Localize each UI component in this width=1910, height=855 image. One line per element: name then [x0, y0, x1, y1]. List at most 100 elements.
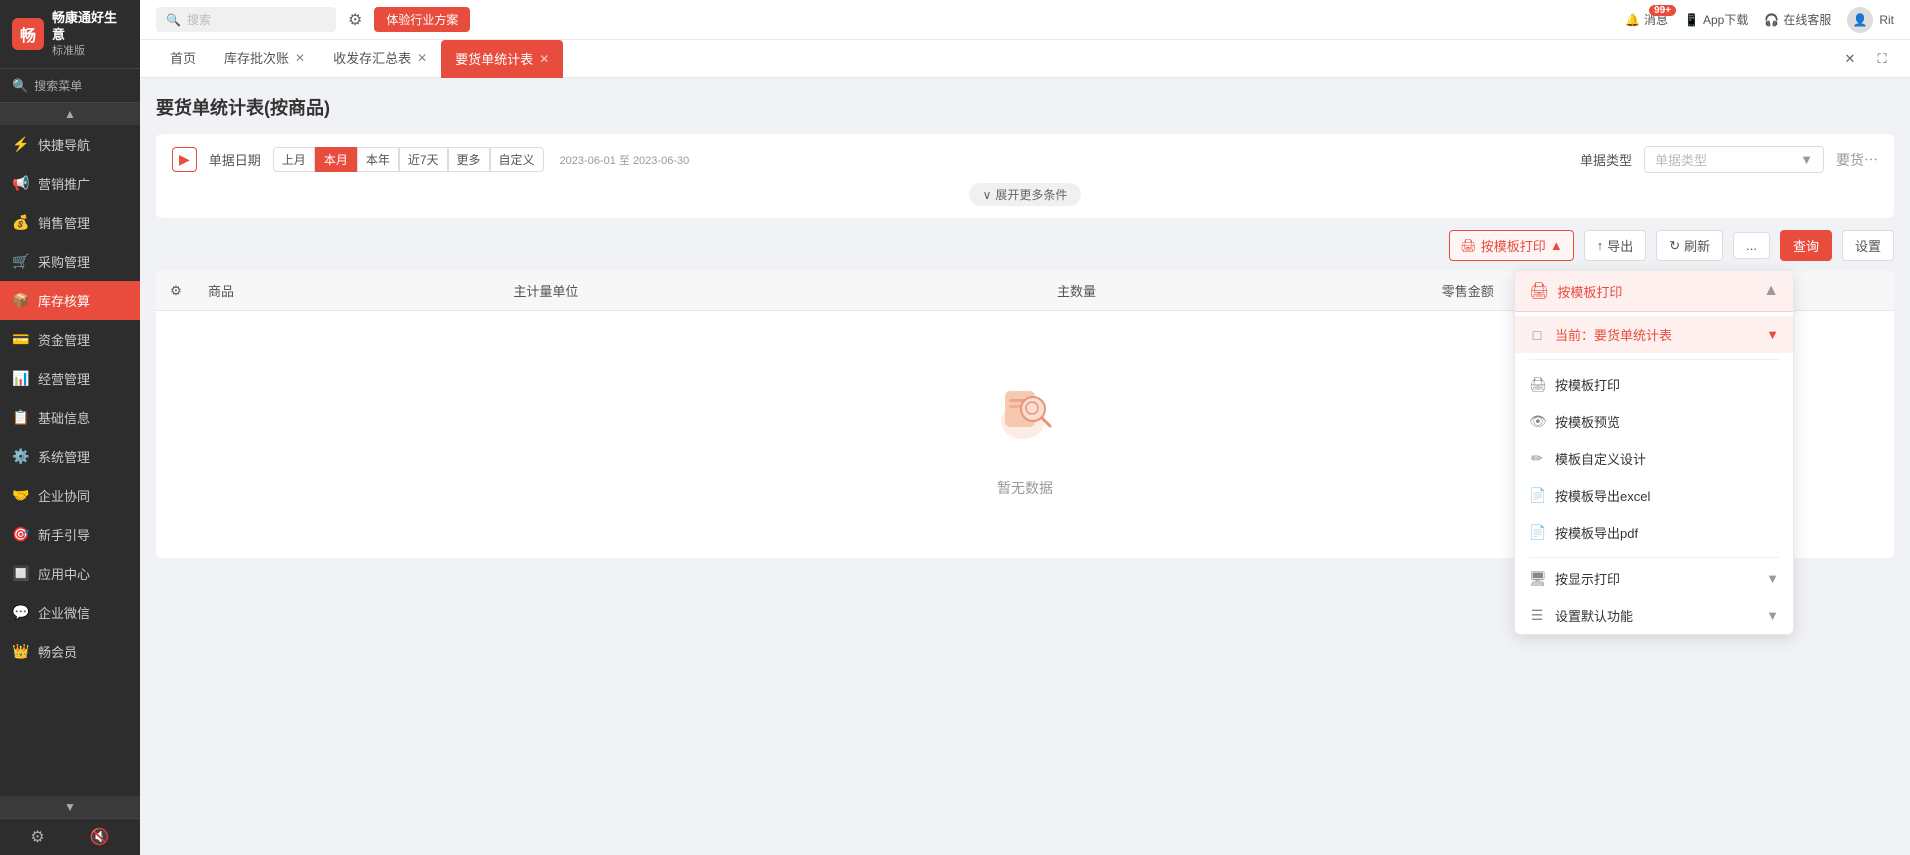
apps-icon: 🔲	[12, 565, 30, 582]
tab-order-stats-label: 要货单统计表	[455, 49, 533, 68]
dropdown-default-func[interactable]: ☰ 设置默认功能 ▼	[1515, 597, 1793, 634]
dropdown-divider-2	[1529, 557, 1779, 558]
sidebar-item-basic[interactable]: 📋 基础信息	[0, 398, 140, 437]
display-print-label: 按显示打印	[1555, 569, 1620, 588]
wechat-icon: 💬	[12, 604, 30, 621]
sidebar-item-marketing[interactable]: 📢 营销推广	[0, 164, 140, 203]
col-settings[interactable]: ⚙	[156, 271, 196, 311]
sidebar-item-label: 畅会员	[38, 642, 77, 661]
type-select[interactable]: 单据类型 ▼	[1644, 146, 1824, 173]
sidebar-item-label: 系统管理	[38, 447, 90, 466]
dropdown-item-template-design[interactable]: ✏ 模板自定义设计	[1515, 440, 1793, 477]
print-btn[interactable]: 🖨 按模板打印 ▲	[1449, 230, 1573, 261]
dropdown-display-print[interactable]: 🖥 按显示打印 ▼	[1515, 560, 1793, 597]
tab-maximize-btn[interactable]: ⛶	[1870, 47, 1894, 71]
sidebar-item-inventory[interactable]: 📦 库存核算	[0, 281, 140, 320]
trial-button[interactable]: 体验行业方案	[374, 7, 470, 32]
sidebar-item-apps[interactable]: 🔲 应用中心	[0, 554, 140, 593]
dropdown-item-template-excel[interactable]: 📄 按模板导出excel	[1515, 477, 1793, 514]
type-label: 单据类型	[1580, 150, 1632, 169]
sidebar-scroll-up[interactable]: ▲	[0, 103, 140, 125]
sidebar-search[interactable]: 🔍 搜索菜单	[0, 69, 140, 103]
tab-order-stats[interactable]: 要货单统计表 ✕	[441, 40, 563, 78]
date-btn-more[interactable]: 更多	[448, 147, 490, 172]
date-btn-current[interactable]: 本月	[315, 147, 357, 172]
expand-icon: ∨	[983, 188, 992, 202]
tab-order-stats-close[interactable]: ✕	[539, 52, 549, 66]
tab-close-right-btn[interactable]: ✕	[1838, 47, 1862, 71]
finance-icon: 💳	[12, 331, 30, 348]
filter-collapse-btn[interactable]: ▶	[172, 147, 197, 172]
dropdown-item-template-print[interactable]: 🖨 按模板打印	[1515, 366, 1793, 403]
dropdown-item-template-pdf[interactable]: 📄 按模板导出pdf	[1515, 514, 1793, 551]
sidebar-search-label: 搜索菜单	[34, 77, 82, 94]
logo-icon: 畅	[12, 18, 44, 50]
settings-icon[interactable]: ⚙	[30, 827, 44, 847]
sidebar-item-cooperation[interactable]: 🤝 企业协同	[0, 476, 140, 515]
dropdown-title: 🖨 按模板打印	[1529, 281, 1622, 301]
sidebar-logo: 畅 畅康通好生意 标准版	[0, 0, 140, 69]
page-title: 要货单统计表(按商品)	[156, 94, 1894, 120]
date-btn-this-year[interactable]: 本年	[357, 147, 399, 172]
sidebar-item-wechat[interactable]: 💬 企业微信	[0, 593, 140, 632]
tab-batch-account-close[interactable]: ✕	[295, 51, 305, 65]
refresh-btn[interactable]: ↻ 刷新	[1656, 230, 1723, 261]
sidebar-scroll-down[interactable]: ▼	[0, 796, 140, 818]
toolbar: 🖨 按模板打印 ▲ ↑ 导出 ↻ 刷新 ... 查询 设置 🖨 按模板打印	[156, 230, 1894, 261]
guide-icon: 🎯	[12, 526, 30, 543]
date-btn-custom[interactable]: 自定义	[490, 147, 544, 172]
dropdown-item-template-preview[interactable]: 👁 按模板预览	[1515, 403, 1793, 440]
sidebar-item-label: 采购管理	[38, 252, 90, 271]
sidebar-item-system[interactable]: ⚙️ 系统管理	[0, 437, 140, 476]
purchase-icon: 🛒	[12, 253, 30, 270]
topbar-search[interactable]: 🔍 搜索	[156, 7, 336, 32]
sidebar-item-finance[interactable]: 💳 资金管理	[0, 320, 140, 359]
expand-more-btn[interactable]: ∨ 展开更多条件	[969, 183, 1082, 206]
tabs-bar: 首页 库存批次账 ✕ 收发存汇总表 ✕ 要货单统计表 ✕ ✕ ⛶	[140, 40, 1910, 78]
settings-btn[interactable]: 设置	[1842, 230, 1894, 261]
tab-batch-account[interactable]: 库存批次账 ✕	[210, 40, 319, 78]
sidebar-item-vip[interactable]: 👑 畅会员	[0, 632, 140, 671]
app-download-btn[interactable]: 📱 App下载	[1684, 11, 1748, 28]
date-btn-7days[interactable]: 近7天	[399, 147, 448, 172]
default-func-chevron: ▼	[1766, 608, 1779, 623]
sidebar-item-guide[interactable]: 🎯 新手引导	[0, 515, 140, 554]
filter-dots[interactable]: 要货⋯	[1836, 150, 1878, 170]
sidebar: 畅 畅康通好生意 标准版 🔍 搜索菜单 ▲ ⚡ 快捷导航 📢 营销推广 💰 销售…	[0, 0, 140, 855]
template-pdf-label: 按模板导出pdf	[1555, 523, 1638, 542]
sidebar-item-sales[interactable]: 💰 销售管理	[0, 203, 140, 242]
online-service-btn[interactable]: 🎧 在线客服	[1764, 11, 1831, 28]
col-unit: 主计量单位	[501, 271, 1045, 311]
sidebar-item-operations[interactable]: 📊 经营管理	[0, 359, 140, 398]
sidebar-item-quick-nav[interactable]: ⚡ 快捷导航	[0, 125, 140, 164]
tab-home[interactable]: 首页	[156, 40, 210, 78]
template-excel-label: 按模板导出excel	[1555, 486, 1650, 505]
date-btn-prev[interactable]: 上月	[273, 147, 315, 172]
expand-label: 展开更多条件	[995, 186, 1067, 203]
more-btn[interactable]: ...	[1733, 232, 1770, 259]
basic-icon: 📋	[12, 409, 30, 426]
tab-receivable-close[interactable]: ✕	[417, 51, 427, 65]
sidebar-item-label: 企业微信	[38, 603, 90, 622]
sidebar-item-purchase[interactable]: 🛒 采购管理	[0, 242, 140, 281]
print-dropdown: 🖨 按模板打印 ▲ □ 当前：要货单统计表 ▼	[1514, 270, 1794, 635]
dropdown-divider-1	[1529, 359, 1779, 360]
empty-icon	[985, 371, 1065, 466]
topbar-settings-icon[interactable]: ⚙	[348, 10, 362, 30]
topbar-right: 🔔 消息 99+ 📱 App下载 🎧 在线客服 👤 Rit	[1625, 7, 1894, 33]
search-icon: 🔍	[166, 13, 181, 27]
dropdown-current-item[interactable]: □ 当前：要货单统计表 ▼	[1515, 316, 1793, 353]
user-menu[interactable]: 👤 Rit	[1847, 7, 1894, 33]
app-download-icon: 📱	[1684, 13, 1699, 27]
template-print-icon: 🖨	[1529, 376, 1545, 393]
refresh-icon: ↻	[1669, 238, 1680, 254]
mute-icon[interactable]: 🔇	[90, 827, 110, 847]
dropdown-close-btn[interactable]: ▲	[1763, 282, 1779, 300]
tab-receivable[interactable]: 收发存汇总表 ✕	[319, 40, 441, 78]
notification-btn[interactable]: 🔔 消息 99+	[1625, 11, 1668, 28]
date-label: 单据日期	[209, 150, 261, 169]
query-btn[interactable]: 查询	[1780, 230, 1832, 261]
topbar: 🔍 搜索 ⚙ 体验行业方案 🔔 消息 99+ 📱 App下载 🎧 在线客服 👤 …	[140, 0, 1910, 40]
export-btn[interactable]: ↑ 导出	[1584, 230, 1647, 261]
notification-badge: 99+	[1649, 5, 1676, 16]
